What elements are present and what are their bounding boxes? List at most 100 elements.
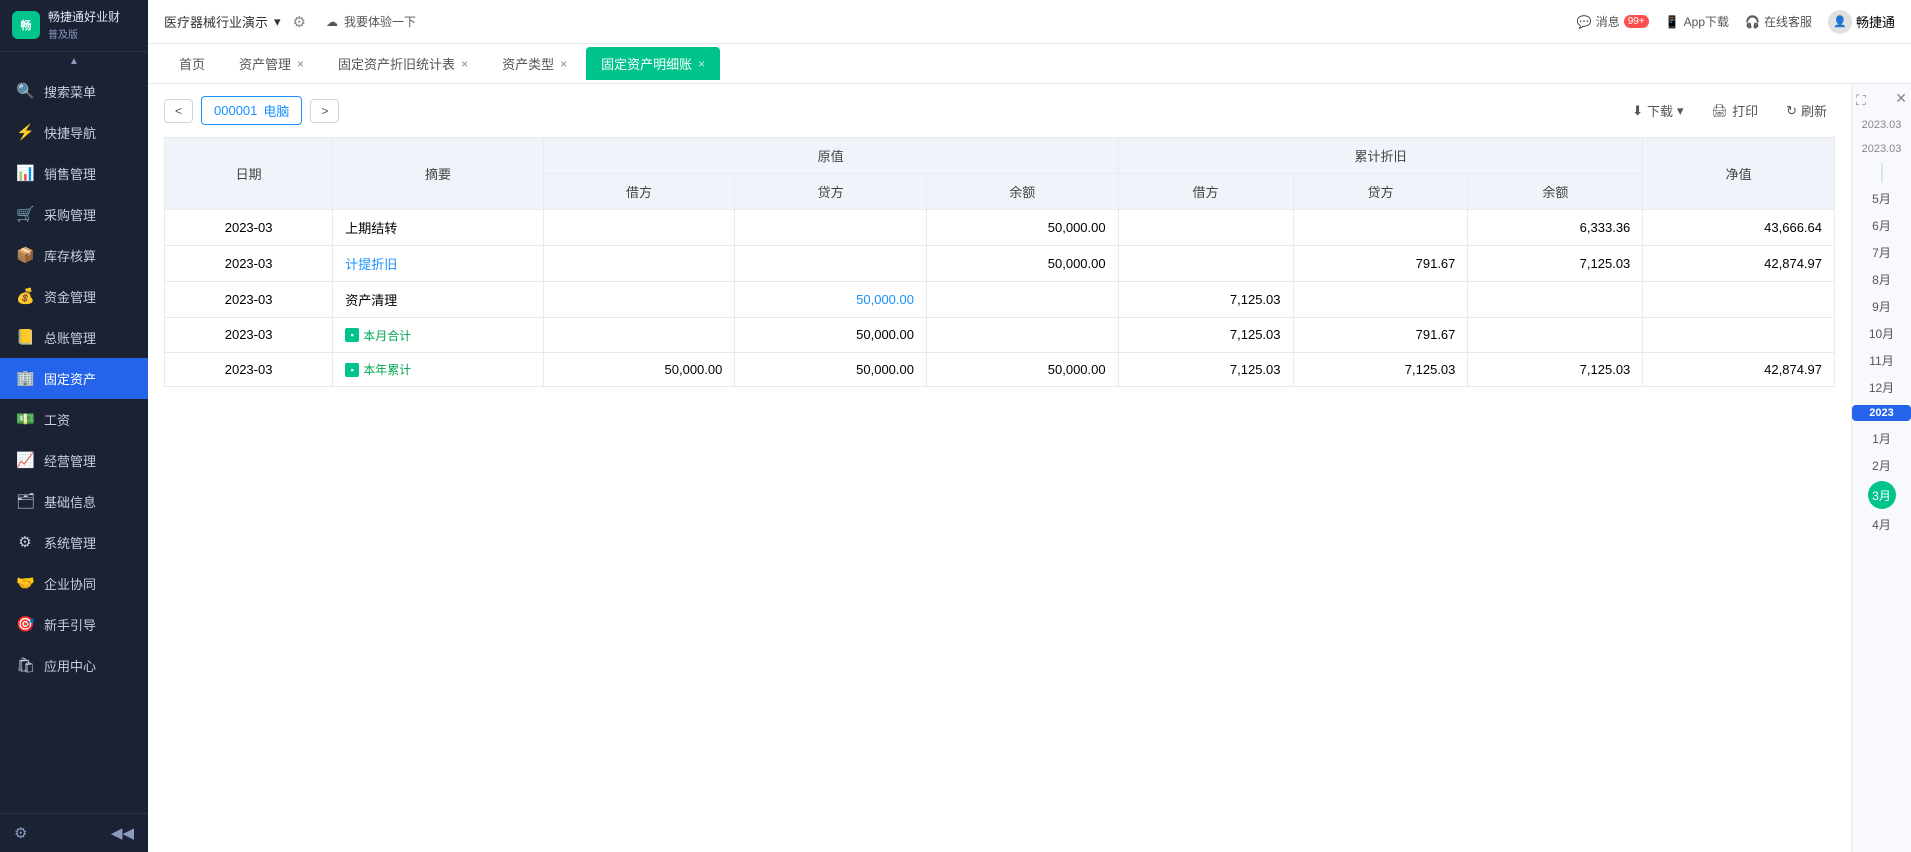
home-label: 首页 bbox=[179, 54, 205, 73]
table-row: 2023-03 资产清理 50,000.00 7,125.03 bbox=[165, 282, 1835, 318]
sidebar-header: 畅 畅捷通好业财 普及版 bbox=[0, 0, 148, 52]
download-btn[interactable]: ⬇ 下载 ▾ bbox=[1624, 97, 1691, 124]
timeline-month-2[interactable]: 2月 bbox=[1852, 452, 1911, 479]
sidebar-item-label: 工资 bbox=[44, 410, 70, 429]
asset-code: 000001 bbox=[214, 103, 257, 118]
settings-icon[interactable]: ⚙ bbox=[14, 824, 27, 842]
timeline-month-11[interactable]: 11月 bbox=[1852, 347, 1911, 374]
col-original-credit: 贷方 bbox=[735, 174, 927, 210]
sidebar-item-label: 基础信息 bbox=[44, 492, 96, 511]
logo-icon: 畅 bbox=[12, 11, 40, 39]
toolbar-actions: ⬇ 下载 ▾ 🖨 打印 ↻ 刷新 bbox=[1624, 97, 1835, 124]
panel-toggle[interactable]: › bbox=[1851, 448, 1852, 488]
app-download-btn[interactable]: 📱 App下载 bbox=[1665, 13, 1729, 30]
collapse-icon[interactable]: ◀◀ bbox=[111, 824, 134, 842]
tab-asset-detail[interactable]: 固定资产明细账 × bbox=[586, 47, 720, 80]
asset-next-btn[interactable]: > bbox=[310, 99, 339, 123]
sidebar-item-payroll[interactable]: 💵 工资 bbox=[0, 399, 148, 440]
sidebar-scroll-up[interactable]: ▲ bbox=[0, 52, 148, 71]
experience-btn[interactable]: ☁ 我要体验一下 bbox=[326, 13, 416, 30]
tab-home[interactable]: 首页 bbox=[164, 47, 220, 80]
message-btn[interactable]: 💬 消息 99+ bbox=[1577, 13, 1649, 30]
tab-asset-type-close[interactable]: × bbox=[560, 57, 567, 71]
sidebar-item-ledger[interactable]: 📒 总账管理 bbox=[0, 317, 148, 358]
sidebar-item-guide[interactable]: 🎯 新手引导 bbox=[0, 604, 148, 645]
company-selector[interactable]: 医疗器械行业演示 ▾ bbox=[164, 12, 281, 31]
timeline-month-3-active[interactable]: 3月 bbox=[1868, 481, 1896, 509]
sidebar-item-fixedassets[interactable]: 🏢 固定资产 bbox=[0, 358, 148, 399]
sidebar-item-label: 总账管理 bbox=[44, 328, 96, 347]
sidebar-item-label: 固定资产 bbox=[44, 369, 96, 388]
sidebar-item-label: 企业协同 bbox=[44, 574, 96, 593]
fixedassets-icon: 🏢 bbox=[16, 369, 34, 387]
sidebar-item-label: 快捷导航 bbox=[44, 123, 96, 142]
purchase-icon: 🛒 bbox=[16, 205, 34, 223]
sidebar-item-sales[interactable]: 📊 销售管理 bbox=[0, 153, 148, 194]
timeline-header-1: 2023.03 bbox=[1852, 117, 1911, 133]
payroll-icon: 💵 bbox=[16, 410, 34, 428]
tab-depreciation-table-close[interactable]: × bbox=[461, 57, 468, 71]
col-summary: 摘要 bbox=[333, 138, 544, 210]
col-accum-balance: 余额 bbox=[1468, 174, 1643, 210]
sidebar-item-collab[interactable]: 🤝 企业协同 bbox=[0, 563, 148, 604]
topbar: 医疗器械行业演示 ▾ ⚙ ☁ 我要体验一下 💬 消息 99+ 📱 App下载 🎧… bbox=[148, 0, 1911, 44]
col-original-balance: 余额 bbox=[926, 174, 1118, 210]
timeline-month-5[interactable]: 5月 bbox=[1852, 185, 1911, 212]
yearly-badge: ▪ 本年累计 bbox=[345, 361, 411, 378]
sidebar-item-label: 系统管理 bbox=[44, 533, 96, 552]
tab-asset-mgmt[interactable]: 资产管理 × bbox=[224, 47, 319, 80]
quicknav-icon: ⚡ bbox=[16, 123, 34, 141]
timeline-month-4[interactable]: 4月 bbox=[1852, 511, 1911, 538]
company-dropdown-icon: ▾ bbox=[274, 14, 281, 30]
timeline-divider-1 bbox=[1881, 163, 1883, 183]
user-menu[interactable]: 👤 畅捷通 bbox=[1828, 10, 1895, 34]
download-dropdown-icon: ▾ bbox=[1677, 103, 1684, 119]
funds-icon: 💰 bbox=[16, 287, 34, 305]
panel-expand-btn[interactable]: ⛶ bbox=[1856, 92, 1866, 109]
tab-asset-mgmt-close[interactable]: × bbox=[297, 57, 304, 71]
col-original-debit: 借方 bbox=[543, 174, 735, 210]
sidebar-item-search[interactable]: 🔍 搜索菜单 bbox=[0, 71, 148, 112]
sidebar-item-quicknav[interactable]: ⚡ 快捷导航 bbox=[0, 112, 148, 153]
basicinfo-icon: 🗂 bbox=[16, 492, 34, 510]
asset-code-box: 000001 电脑 bbox=[201, 96, 302, 125]
timeline-year-2023[interactable]: 2023 bbox=[1852, 405, 1911, 421]
table-row-monthly: 2023-03 ▪ 本月合计 50,000.00 7,125.03 791.67 bbox=[165, 318, 1835, 353]
sidebar-item-system[interactable]: ⚙ 系统管理 bbox=[0, 522, 148, 563]
timeline-month-9[interactable]: 9月 bbox=[1852, 293, 1911, 320]
tab-asset-type[interactable]: 资产类型 × bbox=[487, 47, 582, 80]
tab-asset-detail-close[interactable]: × bbox=[698, 57, 705, 71]
panel-close-btn[interactable]: ✕ bbox=[1895, 90, 1907, 107]
timeline-month-12[interactable]: 12月 bbox=[1852, 374, 1911, 401]
asset-prev-btn[interactable]: < bbox=[164, 99, 193, 123]
timeline-panel: ⛶ ✕ 2023.03 2023.03 5月 6月 7月 8月 9月 10月 1… bbox=[1851, 84, 1911, 852]
timeline-month-6[interactable]: 6月 bbox=[1852, 212, 1911, 239]
refresh-btn[interactable]: ↻ 刷新 bbox=[1778, 97, 1835, 124]
table-row: 2023-03 上期结转 50,000.00 6,333.36 43,666.6… bbox=[165, 210, 1835, 246]
topbar-right: 💬 消息 99+ 📱 App下载 🎧 在线客服 👤 畅捷通 bbox=[1577, 10, 1895, 34]
app-download-icon: 📱 bbox=[1665, 15, 1680, 29]
customer-service-btn[interactable]: 🎧 在线客服 bbox=[1745, 13, 1812, 30]
sidebar-item-appstore[interactable]: 🛍 应用中心 bbox=[0, 645, 148, 686]
company-name: 医疗器械行业演示 bbox=[164, 12, 268, 31]
content-main: < 000001 电脑 > ⬇ 下载 ▾ 🖨 打印 bbox=[148, 84, 1851, 852]
topbar-settings-icon[interactable]: ⚙ bbox=[293, 13, 306, 31]
tab-depreciation-table[interactable]: 固定资产折旧统计表 × bbox=[323, 47, 483, 80]
sidebar-item-basicinfo[interactable]: 🗂 基础信息 bbox=[0, 481, 148, 522]
sidebar-item-funds[interactable]: 💰 资金管理 bbox=[0, 276, 148, 317]
system-icon: ⚙ bbox=[16, 533, 34, 551]
timeline-header-2: 2023.03 bbox=[1852, 141, 1911, 157]
timeline-month-8[interactable]: 8月 bbox=[1852, 266, 1911, 293]
sidebar-item-purchase[interactable]: 🛒 采购管理 bbox=[0, 194, 148, 235]
sidebar-bottom: ⚙ ◀◀ bbox=[0, 813, 148, 852]
print-icon: 🖨 bbox=[1712, 103, 1729, 119]
sidebar-item-inventory[interactable]: 📦 库存核算 bbox=[0, 235, 148, 276]
sidebar-item-label: 新手引导 bbox=[44, 615, 96, 634]
inventory-icon: 📦 bbox=[16, 246, 34, 264]
timeline-month-7[interactable]: 7月 bbox=[1852, 239, 1911, 266]
timeline-month-10[interactable]: 10月 bbox=[1852, 320, 1911, 347]
print-btn[interactable]: 🖨 打印 bbox=[1704, 97, 1767, 124]
timeline-month-1[interactable]: 1月 bbox=[1852, 425, 1911, 452]
sidebar-nav: 🔍 搜索菜单 ⚡ 快捷导航 📊 销售管理 🛒 采购管理 📦 库存核算 💰 资金管… bbox=[0, 71, 148, 813]
sidebar-item-operations[interactable]: 📈 经营管理 bbox=[0, 440, 148, 481]
